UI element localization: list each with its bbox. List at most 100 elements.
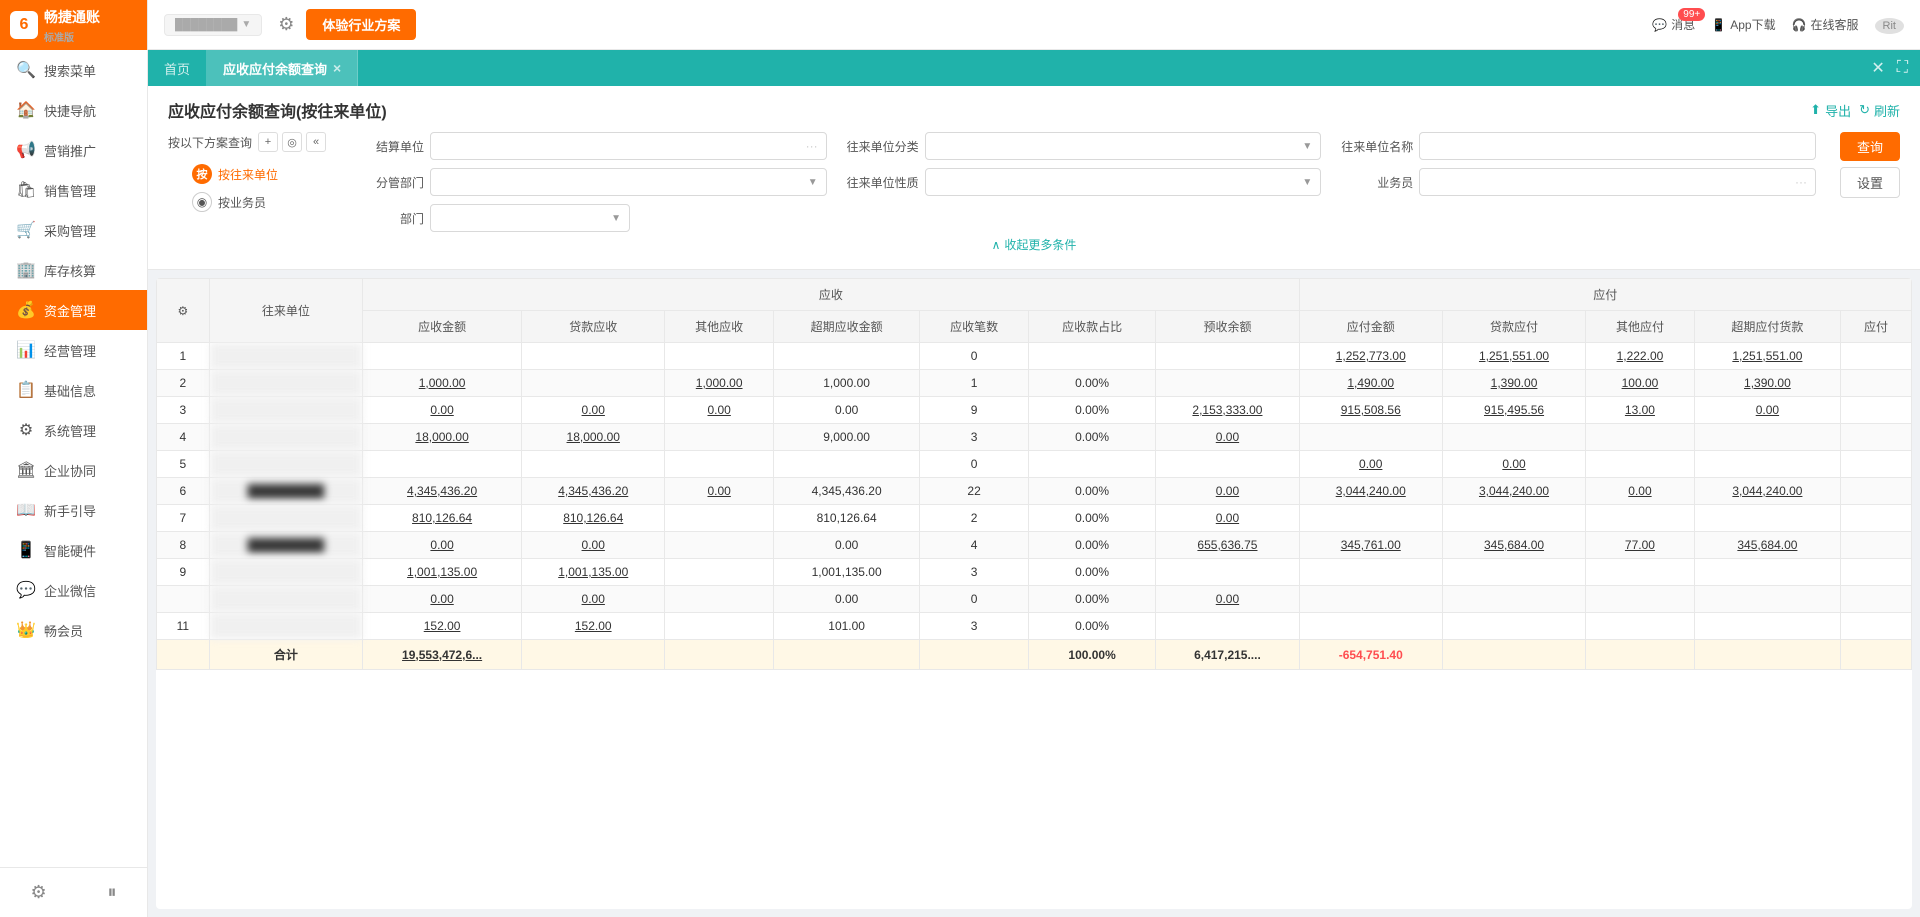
sidebar-item-quick-nav[interactable]: 🏠 快捷导航 <box>0 90 147 130</box>
sidebar-footer: ⚙ ⏸ <box>0 867 147 917</box>
footer-collapse-btn[interactable]: ⏸ <box>100 878 125 907</box>
ar-ap-table: ⚙ 往来单位 应收 应付 应收金额 贷款应收 其他应收 超期应收金额 应收笔数 … <box>156 278 1912 670</box>
marketing-icon: 📢 <box>16 140 36 160</box>
filter-label: 按以下方案查询 + ◎ « <box>168 132 328 152</box>
customer-category-select[interactable]: ▼ <box>925 132 1322 160</box>
topbar: ████████ ▼ ⚙ 体验行业方案 💬 消息 99+ 📱 App下载 🎧 在… <box>148 0 1920 50</box>
app-name: 畅捷通账 <box>44 7 100 27</box>
sidebar-item-wechat[interactable]: 💬 企业微信 <box>0 570 147 610</box>
scheme-icon: 按 <box>192 164 212 184</box>
sidebar-item-smart-hw[interactable]: 📱 智能硬件 <box>0 530 147 570</box>
tab-close-icon[interactable]: × <box>333 60 341 76</box>
export-button[interactable]: ⬆ 导出 <box>1810 101 1851 120</box>
user-avatar: Rit <box>1875 18 1904 34</box>
sidebar-item-marketing[interactable]: 📢 营销推广 <box>0 130 147 170</box>
sidebar-item-inventory[interactable]: 🏢 库存核算 <box>0 250 147 290</box>
filter-field-salesperson: 业务员 ··· <box>1333 168 1816 196</box>
sidebar-item-label: 企业微信 <box>44 581 96 600</box>
add-scheme-btn[interactable]: + <box>258 132 278 152</box>
total-ar-pct: 100.00% <box>1028 640 1155 670</box>
tab-home[interactable]: 首页 <box>148 50 207 86</box>
promo-button[interactable]: 体验行业方案 <box>306 9 416 40</box>
smart-icon: 📱 <box>16 540 36 560</box>
th-settings[interactable]: ⚙ <box>157 279 210 343</box>
tab-ar-label: 应收应付余额查询 <box>223 59 327 78</box>
sidebar-item-label: 搜索菜单 <box>44 61 96 80</box>
tab-home-label: 首页 <box>164 59 190 78</box>
th-ar-overdue: 超期应收金额 <box>773 311 919 343</box>
refresh-button[interactable]: ↻ 刷新 <box>1859 101 1900 120</box>
query-button[interactable]: 查询 <box>1840 132 1900 161</box>
set-button[interactable]: 设置 <box>1840 167 1900 198</box>
logo-icon: 6 <box>10 11 38 39</box>
app-logo: 6 畅捷通账 标准版 <box>0 0 147 50</box>
total-ap-amt: -654,751.40 <box>1299 640 1442 670</box>
tab-close-window-icon[interactable]: ✕ <box>1871 58 1884 78</box>
table-row: 7810,126.64810,126.64810,126.6420.00%0.0… <box>157 505 1912 532</box>
sidebar-item-sales[interactable]: 🛍 销售管理 <box>0 170 147 210</box>
scheme-by-sales[interactable]: ◉ 按业务员 <box>168 188 328 216</box>
sidebar-item-beginner[interactable]: 📖 新手引导 <box>0 490 147 530</box>
sidebar-item-enterprise[interactable]: 🏛 企业协同 <box>0 450 147 490</box>
page-header: 应收应付余额查询(按往来单位) ⬆ 导出 ↻ 刷新 按以下方案查询 <box>148 86 1920 270</box>
basic-info-icon: 📋 <box>16 380 36 400</box>
sidebar-item-purchase[interactable]: 🛒 采购管理 <box>0 210 147 250</box>
search-icon: 🔍 <box>16 60 36 80</box>
dept-manager-select[interactable]: ▼ <box>430 168 827 196</box>
sidebar-item-operation[interactable]: 📊 经营管理 <box>0 330 147 370</box>
sys-icon: ⚙ <box>16 420 36 440</box>
sidebar-item-label: 基础信息 <box>44 381 96 400</box>
table-row: 91,001,135.001,001,135.001,001,135.0030.… <box>157 559 1912 586</box>
beginner-icon: 📖 <box>16 500 36 520</box>
th-prepay: 预收余额 <box>1156 311 1299 343</box>
sidebar-item-label: 销售管理 <box>44 181 96 200</box>
filter-row-3: 部门 ▼ <box>344 204 1816 232</box>
customer-name-input[interactable] <box>1419 132 1816 160</box>
sidebar-item-basic-info[interactable]: 📋 基础信息 <box>0 370 147 410</box>
filter-field-dept-mgr: 分管部门 ▼ <box>344 168 827 196</box>
scheme-by-customer[interactable]: 按 按往来单位 <box>168 160 328 188</box>
main-content: 应收应付余额查询(按往来单位) ⬆ 导出 ↻ 刷新 按以下方案查询 <box>148 86 1920 917</box>
scheme-collapse-btn[interactable]: « <box>306 132 326 152</box>
sidebar-item-label: 畅会员 <box>44 621 83 640</box>
filter-row-1: 结算单位 ··· 往来单位分类 ▼ <box>344 132 1816 160</box>
footer-settings-btn[interactable]: ⚙ <box>22 878 54 907</box>
breadcrumb-arrow: ▼ <box>241 19 251 30</box>
table-row: 6█████████4,345,436.204,345,436.200.004,… <box>157 478 1912 505</box>
sidebar-item-label: 新手引导 <box>44 501 96 520</box>
th-ar-other: 其他应收 <box>665 311 774 343</box>
sales-icon: 🛍 <box>16 180 36 200</box>
th-ar-amt: 应收金额 <box>363 311 522 343</box>
settlement-unit-input[interactable]: ··· <box>430 132 827 160</box>
th-ap-loan: 贷款应付 <box>1442 311 1585 343</box>
message-badge: 99+ <box>1678 8 1705 21</box>
th-group-ar: 应收 <box>363 279 1300 311</box>
th-ap-amt: 应付金额 <box>1299 311 1442 343</box>
filter-field-category: 往来单位分类 ▼ <box>839 132 1322 160</box>
download-icon: 📱 <box>1711 18 1726 32</box>
user-account[interactable]: Rit <box>1875 17 1904 32</box>
scheme-settings-btn[interactable]: ◎ <box>282 132 302 152</box>
breadcrumb[interactable]: ████████ ▼ <box>164 14 262 36</box>
salesperson-input[interactable]: ··· <box>1419 168 1816 196</box>
customer-service-button[interactable]: 🎧 在线客服 <box>1792 16 1859 33</box>
sidebar-item-sys-mgmt[interactable]: ⚙ 系统管理 <box>0 410 147 450</box>
dept-select[interactable]: ▼ <box>430 204 630 232</box>
messages-button[interactable]: 💬 消息 99+ <box>1652 16 1695 33</box>
sidebar-item-finance[interactable]: 💰 资金管理 <box>0 290 147 330</box>
table-row: 11152.00152.00101.0030.00% <box>157 613 1912 640</box>
customer-nature-select[interactable]: ▼ <box>925 168 1322 196</box>
sidebar-item-search-menu[interactable]: 🔍 搜索菜单 <box>0 50 147 90</box>
tabbar-controls: ✕ ⛶ <box>1859 50 1920 86</box>
collapse-more-btn[interactable]: ∧ 收起更多条件 <box>992 236 1077 253</box>
sidebar-item-vip[interactable]: 👑 畅会员 <box>0 610 147 650</box>
app-download-button[interactable]: 📱 App下载 <box>1711 16 1775 33</box>
table-row: 101,252,773.001,251,551.001,222.001,251,… <box>157 343 1912 370</box>
gear-icon[interactable]: ⚙ <box>278 14 294 35</box>
tab-ar-balance[interactable]: 应收应付余额查询 × <box>207 50 358 86</box>
sidebar-item-label: 营销推广 <box>44 141 96 160</box>
total-row: 合计 19,553,472,6... 100.00% 6,417,215....… <box>157 640 1912 670</box>
tab-expand-icon[interactable]: ⛶ <box>1897 59 1908 77</box>
table-row: 500.000.00 <box>157 451 1912 478</box>
scheme-radio-icon: ◉ <box>192 192 212 212</box>
